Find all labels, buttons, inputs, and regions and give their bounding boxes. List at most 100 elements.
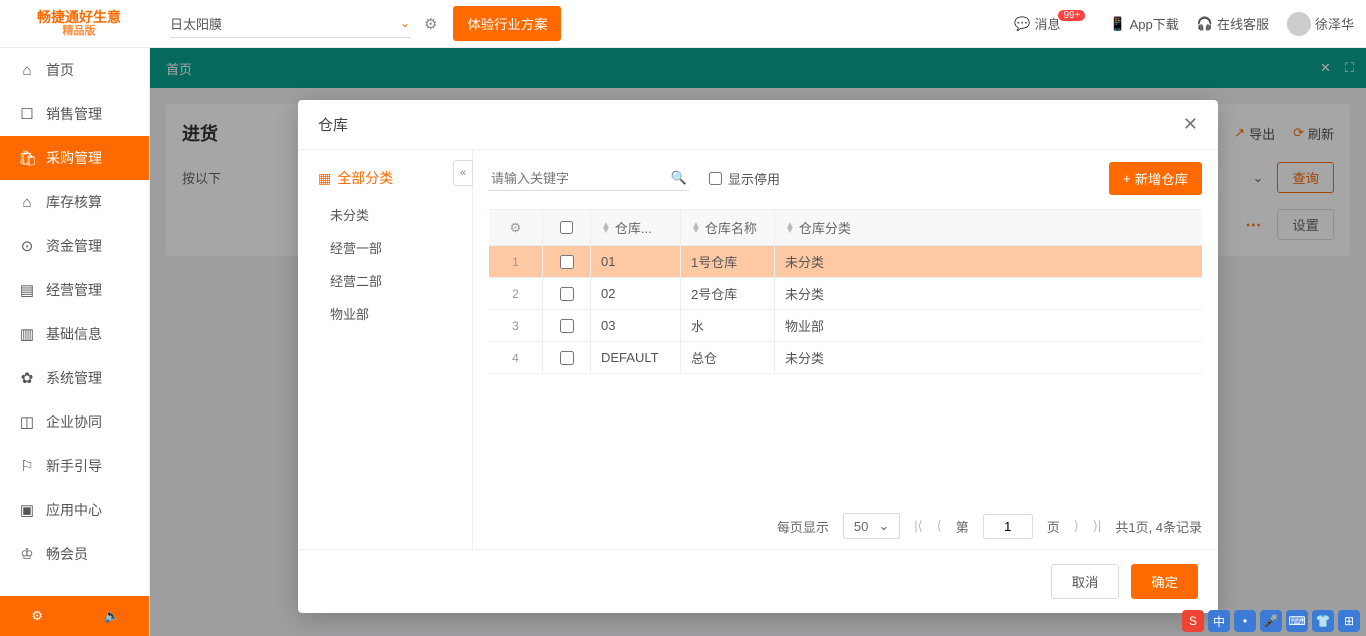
settings-icon[interactable]: ⚙ xyxy=(0,596,75,636)
col-checkbox xyxy=(543,210,591,245)
search-box: 🔍 xyxy=(489,166,689,191)
finance-icon: ⊙ xyxy=(18,237,36,255)
row-checkbox[interactable] xyxy=(560,351,574,365)
sidebar-item-guide[interactable]: ⚐新手引导 xyxy=(0,444,149,488)
row-name: 水 xyxy=(681,310,775,341)
row-checkbox[interactable] xyxy=(560,319,574,333)
sidebar-item-sales[interactable]: ☐销售管理 xyxy=(0,92,149,136)
collapse-icon[interactable]: 🔈 xyxy=(75,596,150,636)
brand-edition: 精品版 xyxy=(12,25,146,37)
category-item[interactable]: 经营二部 xyxy=(330,264,472,297)
per-page-select[interactable]: 50 ⌄ xyxy=(843,513,900,539)
org-name: 日太阳膜 xyxy=(170,14,222,33)
sidebar-item-label: 系统管理 xyxy=(46,368,102,388)
org-selector[interactable]: 日太阳膜 ⌄ xyxy=(170,10,410,38)
ime-key[interactable]: 👕 xyxy=(1312,610,1334,632)
col-name[interactable]: ▲▼仓库名称 xyxy=(681,210,775,245)
collab-icon: ◫ xyxy=(18,413,36,431)
sidebar-bottom: ⚙ 🔈 xyxy=(0,596,149,636)
table-row[interactable]: 1 01 1号仓库 未分类 xyxy=(489,246,1202,278)
search-input[interactable] xyxy=(491,171,671,186)
sidebar-item-finance[interactable]: ⊙资金管理 xyxy=(0,224,149,268)
row-code: DEFAULT xyxy=(591,342,681,373)
experience-button[interactable]: 体验行业方案 xyxy=(453,6,561,41)
sidebar-item-operations[interactable]: ▤经营管理 xyxy=(0,268,149,312)
category-item[interactable]: 物业部 xyxy=(330,297,472,330)
category-item[interactable]: 经营一部 xyxy=(330,231,472,264)
purchase-icon: 🛍 xyxy=(18,149,36,167)
col-settings[interactable]: ⚙ xyxy=(489,210,543,245)
row-code: 01 xyxy=(591,246,681,277)
row-code: 03 xyxy=(591,310,681,341)
per-page-label: 每页显示 xyxy=(777,517,829,536)
ime-key[interactable]: ⊞ xyxy=(1338,610,1360,632)
sort-icon: ▲▼ xyxy=(691,223,701,233)
page-summary: 共1页, 4条记录 xyxy=(1115,517,1202,536)
table-row[interactable]: 3 03 水 物业部 xyxy=(489,310,1202,342)
home-icon: ⌂ xyxy=(18,62,36,79)
sidebar-item-label: 采购管理 xyxy=(46,148,102,168)
show-disabled-toggle[interactable]: 显示停用 xyxy=(709,169,780,188)
page-input[interactable] xyxy=(983,514,1033,539)
col-category[interactable]: ▲▼仓库分类 xyxy=(775,210,1202,245)
row-checkbox[interactable] xyxy=(560,287,574,301)
close-icon[interactable]: ✕ xyxy=(1183,114,1198,135)
sidebar-item-home[interactable]: ⌂首页 xyxy=(0,48,149,92)
row-category: 未分类 xyxy=(775,278,1202,309)
table-row[interactable]: 2 02 2号仓库 未分类 xyxy=(489,278,1202,310)
sidebar-item-collab[interactable]: ◫ 企业协同 xyxy=(0,400,149,444)
grid-icon: ▦ xyxy=(318,170,331,187)
page-prev-icon[interactable]: ⟨ xyxy=(937,518,942,534)
row-category: 未分类 xyxy=(775,246,1202,277)
col-code[interactable]: ▲▼仓库... xyxy=(591,210,681,245)
top-bar: 畅捷通好生意 精品版 日太阳膜 ⌄ ⚙ 体验行业方案 💬 消息 99+ 📱 Ap… xyxy=(0,0,1366,48)
add-warehouse-button[interactable]: + 新增仓库 xyxy=(1109,162,1202,195)
table-row[interactable]: 4 DEFAULT 总仓 未分类 xyxy=(489,342,1202,374)
modal-title: 仓库 xyxy=(318,114,348,135)
row-category: 未分类 xyxy=(775,342,1202,373)
row-index: 2 xyxy=(489,278,543,309)
ime-key[interactable]: 中 xyxy=(1208,610,1230,632)
sidebar-item-vip[interactable]: ♔畅会员 xyxy=(0,532,149,576)
customer-service-link[interactable]: 🎧 在线客服 xyxy=(1197,14,1269,33)
system-icon: ✿ xyxy=(18,369,36,387)
user-menu[interactable]: 徐泽华 xyxy=(1287,12,1354,36)
warehouse-grid: ⚙ ▲▼仓库... ▲▼仓库名称 ▲▼仓库分类 1 01 1号仓库 xyxy=(489,209,1202,374)
sidebar-item-label: 企业协同 xyxy=(46,412,102,432)
messages-link[interactable]: 💬 消息 99+ xyxy=(1014,14,1091,33)
pagination: 每页显示 50 ⌄ |⟨ ⟨ 第 页 ⟩ ⟩| 共 xyxy=(489,499,1202,549)
sidebar-item-apps[interactable]: ▣应用中心 xyxy=(0,488,149,532)
select-all-checkbox[interactable] xyxy=(560,221,573,234)
panel-collapse-handle[interactable]: « xyxy=(453,160,473,186)
ime-key[interactable]: S xyxy=(1182,610,1204,632)
page-last-icon[interactable]: ⟩| xyxy=(1093,518,1101,534)
sidebar-item-label: 新手引导 xyxy=(46,456,102,476)
basedata-icon: ▥ xyxy=(18,325,36,343)
ime-key[interactable]: ⌨ xyxy=(1286,610,1308,632)
sidebar-item-purchase[interactable]: 🛍 采购管理 xyxy=(0,136,149,180)
show-disabled-checkbox[interactable] xyxy=(709,172,722,185)
sidebar-item-system[interactable]: ✿ 系统管理 xyxy=(0,356,149,400)
sidebar-item-basedata[interactable]: ▥基础信息 xyxy=(0,312,149,356)
page-next-icon[interactable]: ⟩ xyxy=(1074,518,1079,534)
cancel-button[interactable]: 取消 xyxy=(1051,564,1120,599)
row-checkbox[interactable] xyxy=(560,255,574,269)
phone-icon: 📱 xyxy=(1109,16,1125,32)
service-label: 在线客服 xyxy=(1217,14,1269,33)
search-icon[interactable]: 🔍 xyxy=(671,170,687,186)
page-first-icon[interactable]: |⟨ xyxy=(914,518,922,534)
sidebar-item-label: 经营管理 xyxy=(46,280,102,300)
category-all[interactable]: ▦ 全部分类 xyxy=(298,162,472,194)
sidebar: ⌂首页 ☐销售管理 🛍采购管理 ⌂库存核算 ⊙资金管理 ▤经营管理 ▥基础信息 … xyxy=(0,48,150,636)
gear-icon[interactable]: ⚙ xyxy=(424,15,437,33)
row-category: 物业部 xyxy=(775,310,1202,341)
warehouse-modal: 仓库 ✕ ▦ 全部分类 未分类 经营一部 经营二部 物业部 xyxy=(298,100,1218,613)
sidebar-item-inventory[interactable]: ⌂库存核算 xyxy=(0,180,149,224)
main-area: 首页 ✕ ⛶ 进货 🖶打印 ⌄ ↗导出 ⟳刷新 按以下 ⌄ 查询 xyxy=(150,48,1366,636)
ime-key[interactable]: • xyxy=(1234,610,1256,632)
app-download-link[interactable]: 📱 App下载 xyxy=(1109,14,1178,33)
ime-key[interactable]: 🎤 xyxy=(1260,610,1282,632)
category-item[interactable]: 未分类 xyxy=(330,198,472,231)
messages-badge: 99+ xyxy=(1058,10,1085,21)
ok-button[interactable]: 确定 xyxy=(1131,564,1198,599)
